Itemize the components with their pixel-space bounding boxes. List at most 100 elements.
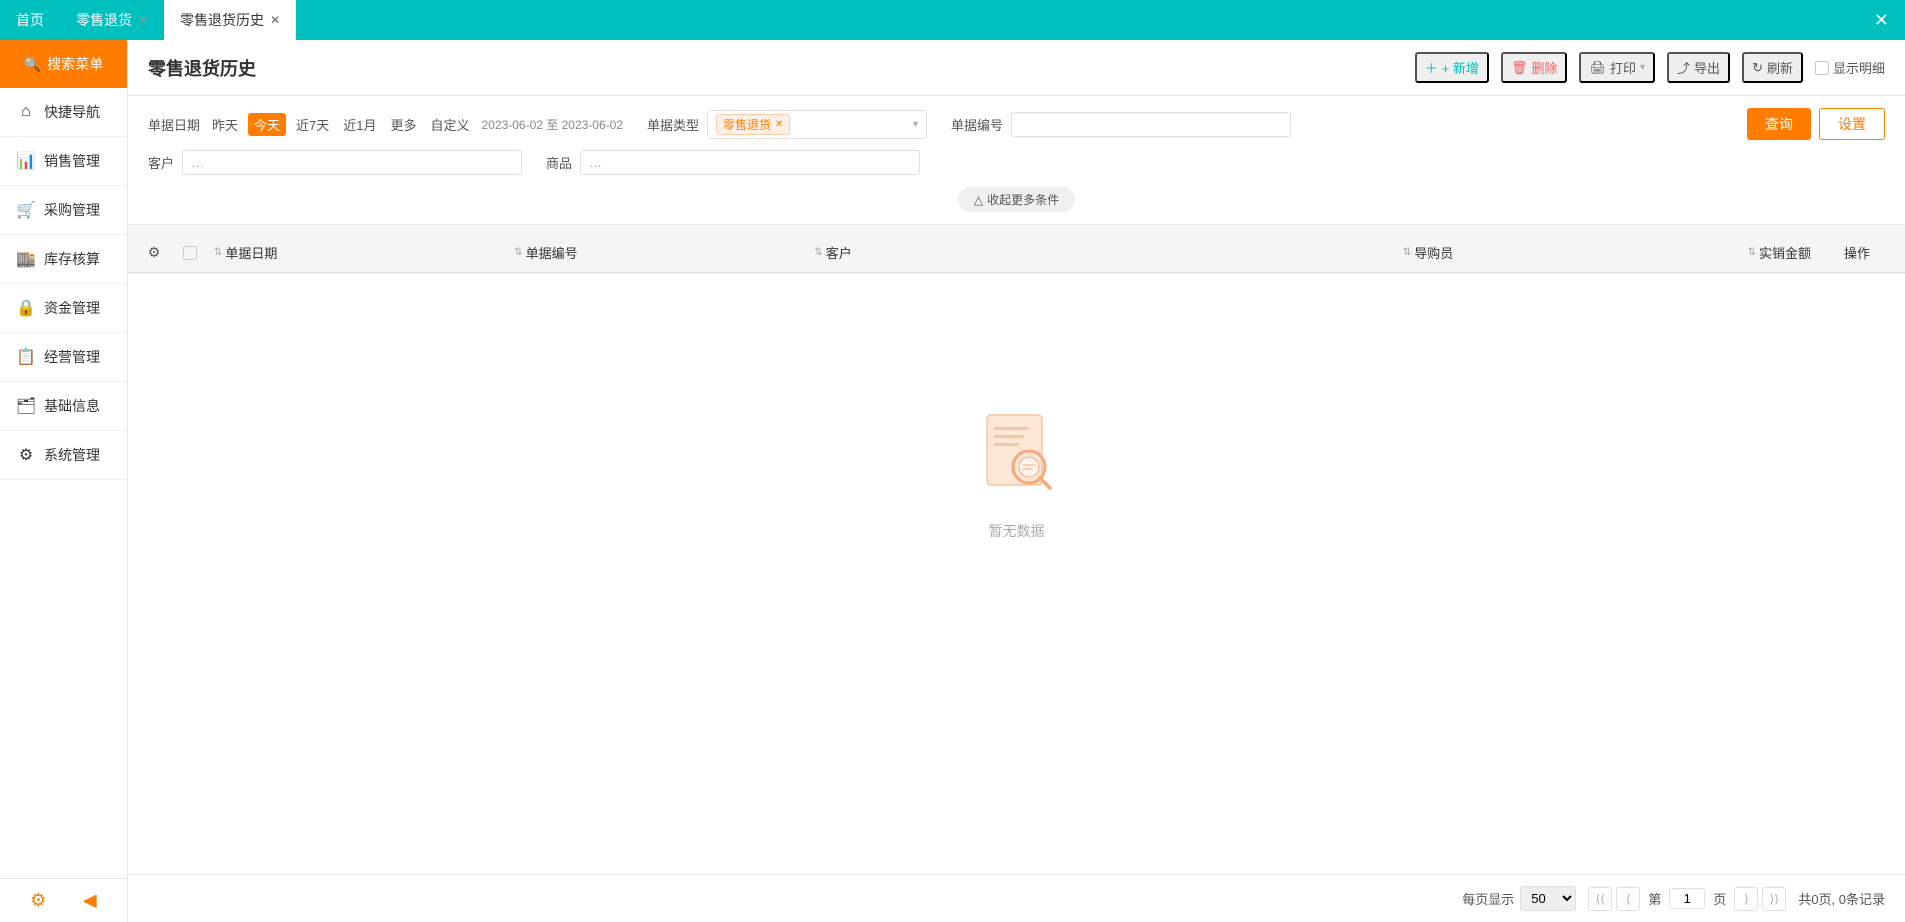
sidebar-item-sales-mgmt[interactable]: 📊销售管理 (0, 137, 127, 186)
quick-nav-icon: ⌂ (16, 102, 36, 122)
page-label-prefix: 第 (1648, 889, 1661, 908)
date-opt-custom[interactable]: 自定义 (427, 113, 474, 136)
col-actions: 操作 (1817, 243, 1897, 262)
sidebar: 🔍 搜索菜单 ⌂ 快捷导航 📊销售管理🛒采购管理🏬库存核算🔒资金管理 📋 经营管理 🗂基础… (0, 40, 128, 922)
sidebar-search-button[interactable]: 🔍 搜索菜单 (0, 40, 127, 88)
add-icon: ＋ (1425, 58, 1438, 77)
first-page-button[interactable]: ⟨⟨ (1588, 887, 1612, 911)
export-button[interactable]: ⤴ 导出 (1667, 52, 1730, 83)
window-close-button[interactable]: ✕ (1858, 10, 1905, 31)
voucher-no-filter: 单据编号 (951, 112, 1291, 137)
col-date-sort-icon[interactable]: ⇅ (214, 247, 222, 258)
page-number-input[interactable] (1669, 888, 1705, 909)
total-info: 共0页, 0条记录 (1798, 889, 1885, 908)
col-amount-label: 实销金额 (1759, 243, 1811, 262)
filter-row-1: 单据日期 昨天 今天 近7天 近1月 更多 自定义 2023-06-02 至 2… (148, 108, 1885, 140)
date-filter: 单据日期 昨天 今天 近7天 近1月 更多 自定义 2023-06-02 至 2… (148, 113, 623, 136)
sidebar-item-label-finance: 资金管理 (44, 298, 100, 318)
tab-close-retail-return-history[interactable]: ✕ (270, 13, 280, 27)
prev-page-button[interactable]: ⟨ (1616, 887, 1640, 911)
date-range-display: 2023-06-02 至 2023-06-02 (482, 116, 623, 133)
col-guide-label: 导购员 (1414, 243, 1453, 262)
customer-label: 客户 (148, 153, 174, 172)
date-opt-1month[interactable]: 近1月 (339, 113, 380, 136)
tab-home[interactable]: 首页 (0, 0, 60, 40)
pagination-bar: 每页显示 10 20 50 100 ⟨⟨ ⟨ 第 页 ⟩ ⟩⟩ 共0页, 0条记… (128, 874, 1905, 922)
col-date-label: 单据日期 (225, 243, 277, 262)
sidebar-item-label-operation: 经营管理 (44, 347, 100, 367)
table-settings-icon[interactable]: ⚙ (136, 244, 172, 261)
voucher-type-tag-close[interactable]: ✕ (775, 119, 783, 130)
col-guide-sort-icon[interactable]: ⇅ (1403, 247, 1411, 258)
date-opt-7days[interactable]: 近7天 (292, 113, 333, 136)
date-opt-more[interactable]: 更多 (387, 113, 421, 136)
tab-list: 首页零售退货 ✕零售退货历史 ✕ (0, 0, 1858, 40)
col-amount-sort-icon[interactable]: ⇅ (1748, 247, 1756, 258)
next-page-button[interactable]: ⟩ (1734, 887, 1758, 911)
sidebar-item-inventory[interactable]: 🏬库存核算 (0, 235, 127, 284)
content-area: 零售退货历史 ＋ + 新增 🗑 删除 🖨 打印 ▾ ⤴ 导出 (128, 40, 1905, 922)
sidebar-menu: ⌂ 快捷导航 📊销售管理🛒采购管理🏬库存核算🔒资金管理 📋 经营管理 🗂基础信息⚙系统管理 (0, 88, 127, 878)
print-button[interactable]: 🖨 打印 ▾ (1579, 52, 1655, 83)
query-button[interactable]: 查询 (1747, 108, 1811, 140)
per-page-select[interactable]: 10 20 50 100 (1520, 886, 1576, 911)
voucher-no-label: 单据编号 (951, 115, 1003, 134)
date-label: 单据日期 (148, 115, 200, 134)
tab-retail-return[interactable]: 零售退货 ✕ (60, 0, 164, 40)
col-date: ⇅ 单据日期 (208, 243, 508, 262)
per-page-selector: 每页显示 10 20 50 100 (1462, 886, 1576, 911)
filter-settings-button[interactable]: 设置 (1819, 108, 1885, 140)
date-opt-today[interactable]: 今天 (248, 113, 286, 136)
collapse-label: 收起更多条件 (987, 191, 1059, 208)
goods-input[interactable] (580, 150, 920, 175)
print-dropdown-icon: ▾ (1640, 62, 1645, 73)
page-navigation: ⟨⟨ ⟨ 第 页 ⟩ ⟩⟩ (1588, 887, 1786, 911)
voucher-type-label: 单据类型 (647, 115, 699, 134)
tab-retail-return-history[interactable]: 零售退货历史 ✕ (164, 0, 296, 40)
sidebar-item-quick-nav[interactable]: ⌂ 快捷导航 (0, 88, 127, 137)
show-detail-toggle[interactable]: 显示明细 (1815, 58, 1885, 77)
page-header: 零售退货历史 ＋ + 新增 🗑 删除 🖨 打印 ▾ ⤴ 导出 (128, 40, 1905, 96)
sidebar-item-label-purchase-mgmt: 采购管理 (44, 200, 100, 220)
col-customer-sort-icon[interactable]: ⇅ (814, 247, 822, 258)
sidebar-item-basic-info[interactable]: 🗂基础信息 (0, 382, 127, 431)
refresh-button[interactable]: ↻ 刷新 (1742, 52, 1803, 83)
sidebar-search-label: 搜索菜单 (47, 54, 103, 74)
sidebar-item-operation[interactable]: 📋 经营管理 (0, 333, 127, 382)
sidebar-item-system[interactable]: ⚙系统管理 (0, 431, 127, 480)
date-opt-yesterday[interactable]: 昨天 (208, 113, 242, 136)
show-detail-label: 显示明细 (1833, 58, 1885, 77)
tab-close-retail-return[interactable]: ✕ (138, 13, 148, 27)
empty-illustration (967, 405, 1067, 505)
voucher-no-input[interactable] (1011, 112, 1291, 137)
sidebar-item-purchase-mgmt[interactable]: 🛒采购管理 (0, 186, 127, 235)
filter-row-2: 客户 商品 (148, 150, 1885, 175)
sidebar-bottom: ⚙ ◀ (0, 878, 127, 922)
last-page-button[interactable]: ⟩⟩ (1762, 887, 1786, 911)
col-customer-label: 客户 (826, 243, 852, 262)
sidebar-item-finance[interactable]: 🔒资金管理 (0, 284, 127, 333)
collapse-button[interactable]: △ 收起更多条件 (958, 187, 1075, 212)
customer-input[interactable] (182, 150, 522, 175)
add-button[interactable]: ＋ + 新增 (1415, 52, 1489, 83)
voucher-type-dropdown[interactable]: 零售退货 ✕ ▾ (707, 110, 927, 139)
operation-icon: 📋 (16, 347, 36, 367)
page-title: 零售退货历史 (148, 55, 256, 81)
sidebar-item-label-quick-nav: 快捷导航 (44, 102, 100, 122)
col-guide: ⇅ 导购员 (1397, 243, 1697, 262)
sidebar-item-label-system: 系统管理 (44, 445, 100, 465)
select-all-checkbox[interactable] (172, 246, 208, 260)
checkbox-icon (183, 246, 197, 260)
collapse-icon[interactable]: ◀ (83, 890, 97, 911)
settings-icon[interactable]: ⚙ (30, 890, 46, 911)
table-header: ⚙ ⇅ 单据日期 ⇅ 单据编号 ⇅ 客户 ⇅ 导购员 (128, 233, 1905, 273)
show-detail-checkbox[interactable] (1815, 61, 1829, 75)
date-options: 昨天 今天 近7天 近1月 更多 自定义 (208, 113, 474, 136)
empty-text: 暂无数据 (989, 521, 1045, 541)
customer-filter: 客户 (148, 150, 522, 175)
print-icon: 🖨 (1589, 60, 1606, 76)
col-no-sort-icon[interactable]: ⇅ (514, 247, 522, 258)
delete-button[interactable]: 🗑 删除 (1501, 52, 1568, 83)
sales-mgmt-icon: 📊 (16, 151, 36, 171)
col-amount: ⇅ 实销金额 (1697, 243, 1817, 262)
